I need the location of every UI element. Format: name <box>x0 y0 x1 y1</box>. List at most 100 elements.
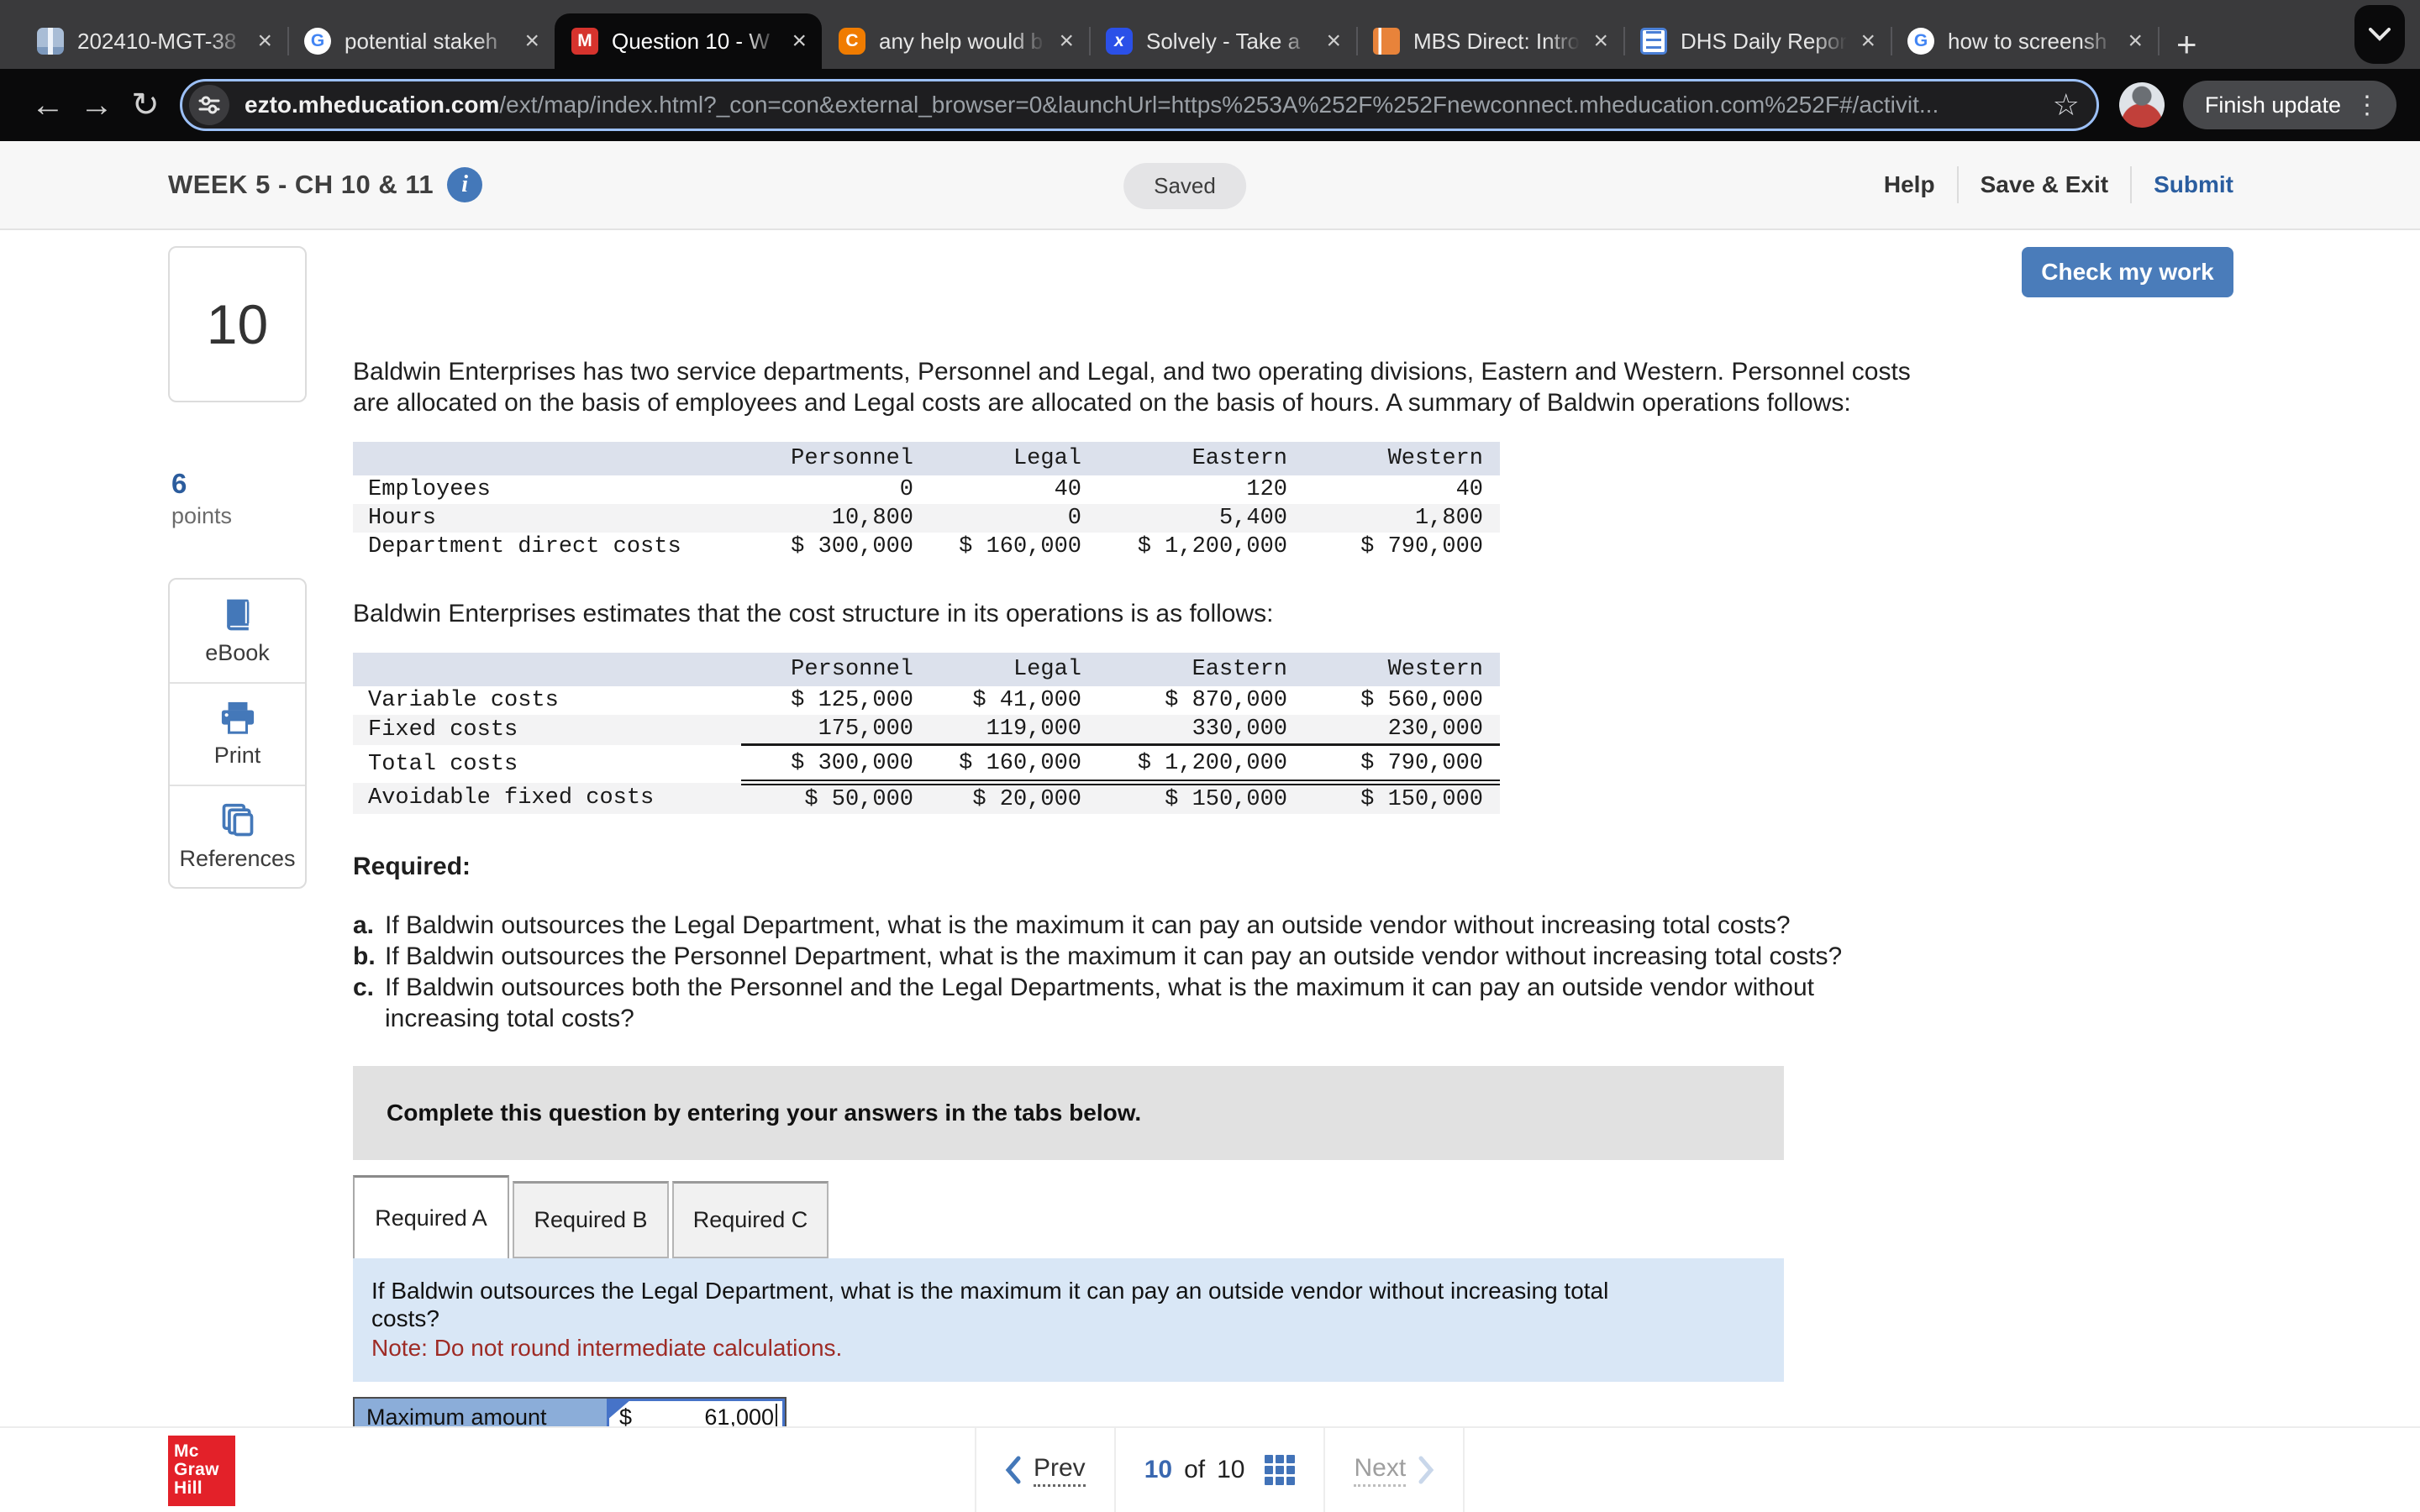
save-and-exit-link[interactable]: Save & Exit <box>1981 171 2109 198</box>
print-button[interactable]: Print <box>170 682 305 785</box>
item-text: If Baldwin outsources both the Personnel… <box>385 974 1814 1032</box>
page-indicator: 10 of 10 <box>1113 1428 1324 1512</box>
col-header-legal: Legal <box>930 653 1098 686</box>
print-label: Print <box>213 742 261 768</box>
chegg-favicon-icon: C <box>839 28 865 55</box>
item-letter: c. <box>353 974 375 1001</box>
tab-solvely[interactable]: x Solvely - Take a × <box>1089 13 1358 69</box>
help-link[interactable]: Help <box>1884 171 1935 198</box>
complete-question-banner: Complete this question by entering your … <box>353 1066 1784 1160</box>
resource-tools: eBook Print References <box>168 578 307 889</box>
tab-strip: 202410-MGT-38 × G potential stakeh × M Q… <box>0 0 2420 69</box>
logo-line: Graw <box>174 1460 219 1479</box>
col-header-personnel: Personnel <box>741 442 930 475</box>
chevron-left-icon <box>1005 1456 1021 1484</box>
url-text[interactable]: ezto.mheducation.com/ext/map/index.html?… <box>245 92 2041 118</box>
profile-avatar[interactable] <box>2118 82 2165 128</box>
forward-icon[interactable]: → <box>72 87 121 124</box>
col-header-eastern: Eastern <box>1098 442 1304 475</box>
table-row: Department direct costs $ 300,000 $ 160,… <box>368 534 1483 559</box>
prev-label: Prev <box>1034 1454 1086 1487</box>
url-path: /ext/map/index.html?_con=con&external_br… <box>499 92 1939 118</box>
tab-title: Question 10 - W <box>612 28 770 54</box>
tab-google-search-1[interactable]: G potential stakeh × <box>287 13 556 69</box>
tab-required-c[interactable]: Required C <box>672 1181 829 1258</box>
table-header-row: Personnel Legal Eastern Western <box>353 653 1500 686</box>
tab-title: potential stakeh <box>345 28 498 54</box>
references-button[interactable]: References <box>170 785 305 887</box>
close-icon[interactable]: × <box>2128 29 2143 54</box>
site-settings-icon[interactable] <box>189 85 229 125</box>
chevron-down-icon <box>2369 28 2391 41</box>
finish-update-button[interactable]: Finish update ⋮ <box>2182 81 2396 129</box>
points-value: 6 <box>171 468 187 499</box>
col-header-western: Western <box>1304 653 1500 686</box>
col-header-eastern: Eastern <box>1098 653 1304 686</box>
next-button[interactable]: Next <box>1323 1428 1465 1512</box>
question-pager: Prev 10 of 10 Next <box>975 1428 1465 1512</box>
table-row-variable-costs: Variable costs $ 125,000 $ 41,000 $ 870,… <box>368 688 1483 713</box>
points-label: points <box>171 503 233 528</box>
close-icon[interactable]: × <box>1593 29 1608 54</box>
check-my-work-button[interactable]: Check my work <box>2022 247 2233 297</box>
tab-google-search-2[interactable]: G how to screensh × <box>1891 13 2160 69</box>
ebook-button[interactable]: eBook <box>170 580 305 682</box>
col-header-personnel: Personnel <box>741 653 930 686</box>
submit-link[interactable]: Submit <box>2154 171 2233 198</box>
close-icon[interactable]: × <box>257 29 272 54</box>
close-icon[interactable]: × <box>1860 29 1876 54</box>
next-label: Next <box>1354 1454 1407 1487</box>
new-tab-button[interactable]: + <box>2176 27 2197 62</box>
tab-required-a[interactable]: Required A <box>353 1175 509 1258</box>
col-header <box>353 442 741 475</box>
browser-toolbar: ← → ↻ ezto.mheducation.com/ext/map/index… <box>0 69 2420 141</box>
cell-marker-icon <box>608 1399 631 1420</box>
col-header-western: Western <box>1304 442 1500 475</box>
table-header-row: Personnel Legal Eastern Western <box>353 442 1500 475</box>
bookmark-star-icon[interactable]: ☆ <box>2053 87 2080 123</box>
item-text: If Baldwin outsources the Legal Departme… <box>385 911 1791 939</box>
operations-summary-table: Personnel Legal Eastern Western Employee… <box>353 442 1500 561</box>
tab-required-b[interactable]: Required B <box>513 1181 669 1258</box>
tab-mbs-direct[interactable]: MBS Direct: Intro × <box>1356 13 1625 69</box>
close-icon[interactable]: × <box>1326 29 1341 54</box>
question-sidebar: 10 6 points eBook Print References <box>168 246 307 889</box>
chevron-right-icon <box>1418 1456 1434 1484</box>
back-icon[interactable]: ← <box>24 87 72 124</box>
col-header-legal: Legal <box>930 442 1098 475</box>
browser-window: 202410-MGT-38 × G potential stakeh × M Q… <box>0 0 2420 1512</box>
close-icon[interactable]: × <box>524 29 539 54</box>
question-number-card: 10 <box>168 246 307 402</box>
university-favicon-icon <box>37 28 64 55</box>
table-row-total-costs: Total costs $ 300,000 $ 160,000 $ 1,200,… <box>353 744 1500 785</box>
prev-button[interactable]: Prev <box>975 1428 1114 1512</box>
tab-search-button[interactable] <box>2354 5 2405 64</box>
close-icon[interactable]: × <box>792 29 807 54</box>
divider <box>1956 166 1959 203</box>
url-domain: ezto.mheducation.com <box>245 92 500 118</box>
item-letter: b. <box>353 942 376 970</box>
question-map-grid-icon[interactable] <box>1265 1455 1296 1485</box>
saved-status-badge: Saved <box>1123 163 1246 209</box>
logo-line: Hill <box>174 1478 203 1498</box>
reload-icon[interactable]: ↻ <box>121 86 170 124</box>
mheducation-favicon-icon: M <box>571 28 598 55</box>
browser-menu-icon[interactable]: ⋮ <box>2354 91 2380 120</box>
tab-question-10-active[interactable]: M Question 10 - W × <box>555 13 822 69</box>
dhs-favicon-icon <box>1640 28 1667 55</box>
tab-chegg[interactable]: C any help would b × <box>822 13 1091 69</box>
google-favicon-icon: G <box>304 28 331 55</box>
close-icon[interactable]: × <box>1059 29 1074 54</box>
of-label: of <box>1184 1456 1206 1483</box>
tab-title: Solvely - Take a <box>1146 28 1301 54</box>
mbs-favicon-icon <box>1373 28 1400 55</box>
tab-lms-course[interactable]: 202410-MGT-38 × <box>20 13 289 69</box>
info-icon[interactable]: i <box>447 167 483 202</box>
question-content: Check my work 10 6 points eBook Print Re… <box>0 232 2420 1437</box>
finish-update-label: Finish update <box>2204 92 2341 118</box>
address-bar[interactable]: ezto.mheducation.com/ext/map/index.html?… <box>180 79 2099 131</box>
assignment-title: WEEK 5 - CH 10 & 11 <box>168 170 434 199</box>
tab-dhs-report[interactable]: DHS Daily Repor × <box>1623 13 1892 69</box>
solvely-favicon-icon: x <box>1106 28 1133 55</box>
mcgraw-hill-logo: Mc Graw Hill <box>168 1436 235 1506</box>
